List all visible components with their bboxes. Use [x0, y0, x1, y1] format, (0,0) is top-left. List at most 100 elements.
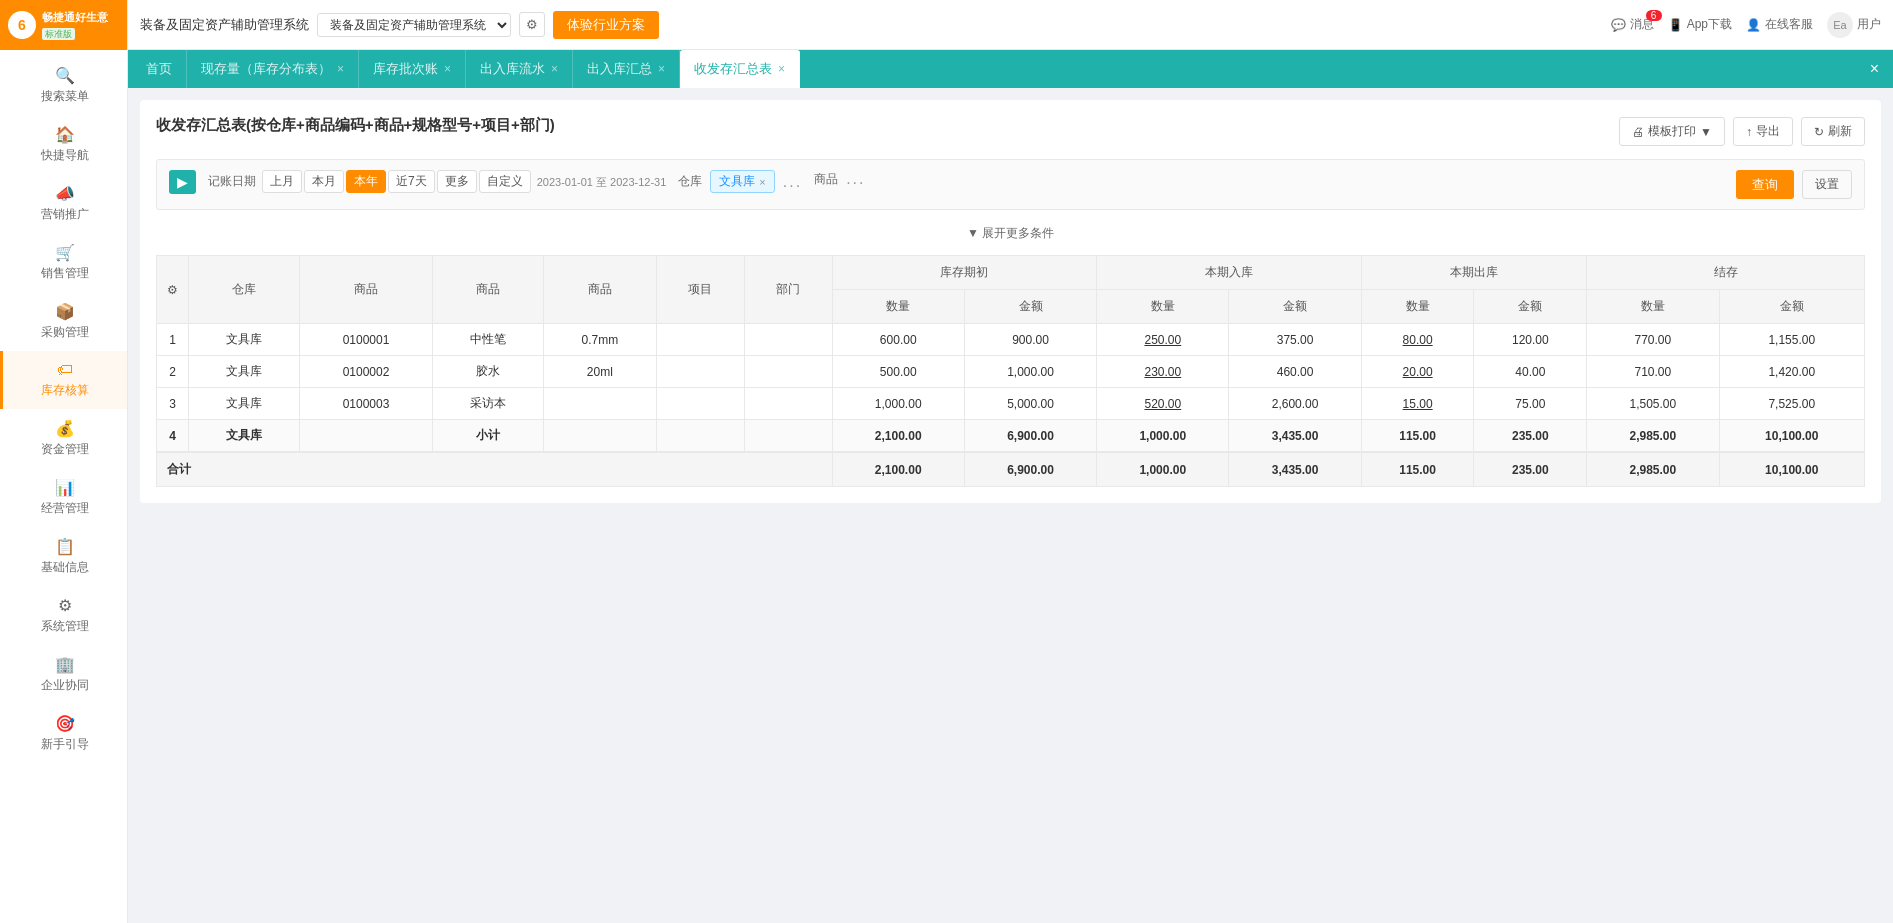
sidebar-item-basic-info[interactable]: 📋基础信息	[0, 527, 127, 586]
cell-out-qty[interactable]: 20.00	[1361, 356, 1474, 388]
tab-label-in-out-summary: 出入库汇总	[587, 60, 652, 78]
cell-in-qty[interactable]: 230.00	[1097, 356, 1229, 388]
report-card: 收发存汇总表(按仓库+商品编码+商品+规格型号+项目+部门) 🖨 模板打印 ▼ …	[140, 100, 1881, 503]
tab-home[interactable]: 首页	[132, 50, 187, 88]
sidebar-item-sales[interactable]: 🛒销售管理	[0, 233, 127, 292]
app-download-button[interactable]: 📱 App下载	[1668, 16, 1732, 33]
cell-out-qty[interactable]: 80.00	[1361, 324, 1474, 356]
expand-conditions-button[interactable]: ▼ 展开更多条件	[967, 225, 1054, 242]
sidebar-icon-purchase: 📦	[55, 302, 75, 321]
tab-bar-close-all[interactable]: ×	[1860, 60, 1889, 78]
sidebar-item-newbie[interactable]: 🎯新手引导	[0, 704, 127, 763]
tab-recv-send-summary[interactable]: 收发存汇总表×	[680, 50, 800, 88]
export-button[interactable]: ↑ 导出	[1733, 117, 1793, 146]
tab-close-recv-send-summary[interactable]: ×	[778, 62, 785, 76]
logo-icon: 6	[8, 11, 36, 39]
date-filter-btn-近7天[interactable]: 近7天	[388, 170, 435, 193]
date-filter-btn-上月[interactable]: 上月	[262, 170, 302, 193]
filter-toggle-button[interactable]: ▶	[169, 170, 196, 194]
sidebar-item-system[interactable]: ⚙系统管理	[0, 586, 127, 645]
footer-closing-amount: 10,100.00	[1719, 452, 1864, 487]
cell-project	[656, 420, 744, 453]
sidebar-item-inventory[interactable]: 🏷库存核算	[0, 351, 127, 409]
tab-batch[interactable]: 库存批次账×	[359, 50, 466, 88]
date-filter-btn-更多[interactable]: 更多	[437, 170, 477, 193]
sidebar-label-quick-nav: 快捷导航	[41, 147, 89, 164]
cell-no: 3	[157, 388, 189, 420]
cell-out-amount: 235.00	[1474, 420, 1587, 453]
system-select[interactable]: 装备及固定资产辅助管理系统	[317, 13, 511, 37]
trial-button[interactable]: 体验行业方案	[553, 11, 659, 39]
table-row: 3 文具库 0100003 采访本 1,000.00 5,000.00 520.…	[157, 388, 1865, 420]
cell-out-qty[interactable]: 15.00	[1361, 388, 1474, 420]
messages-badge: 6	[1646, 10, 1662, 21]
cell-product-name: 胶水	[432, 356, 543, 388]
content-area: 收发存汇总表(按仓库+商品编码+商品+规格型号+项目+部门) 🖨 模板打印 ▼ …	[128, 88, 1893, 923]
warehouse-more[interactable]: ...	[783, 173, 802, 191]
tab-label-in-out-flow: 出入库流水	[480, 60, 545, 78]
tab-stock-dist[interactable]: 现存量（库存分布表）×	[187, 50, 359, 88]
date-filter-btn-本月[interactable]: 本月	[304, 170, 344, 193]
sidebar-item-quick-nav[interactable]: 🏠快捷导航	[0, 115, 127, 174]
main-area: 装备及固定资产辅助管理系统 装备及固定资产辅助管理系统 ⚙ 体验行业方案 💬 消…	[128, 0, 1893, 923]
sidebar-item-enterprise[interactable]: 🏢企业协同	[0, 645, 127, 704]
sidebar-nav: 🔍搜索菜单🏠快捷导航📣营销推广🛒销售管理📦采购管理🏷库存核算💰资金管理📊经营管理…	[0, 50, 127, 923]
query-button[interactable]: 查询	[1736, 170, 1794, 199]
tab-close-batch[interactable]: ×	[444, 62, 451, 76]
footer-opening-qty: 2,100.00	[832, 452, 964, 487]
cell-in-amount: 2,600.00	[1229, 388, 1361, 420]
refresh-icon: ↻	[1814, 125, 1824, 139]
sidebar-label-search: 搜索菜单	[41, 88, 89, 105]
sidebar-item-search[interactable]: 🔍搜索菜单	[0, 56, 127, 115]
cell-opening-amount: 6,900.00	[964, 420, 1096, 453]
sidebar-label-operations: 经营管理	[41, 500, 89, 517]
data-table: ⚙ 仓库 商品 商品 商品 项目 部门 库存期初 本期入库 本期出库 结存	[156, 255, 1865, 487]
closing-qty-header: 数量	[1587, 290, 1719, 324]
print-button[interactable]: 🖨 模板打印 ▼	[1619, 117, 1725, 146]
cell-product-code: 0100001	[300, 324, 432, 356]
tab-close-stock-dist[interactable]: ×	[337, 62, 344, 76]
cell-project	[656, 388, 744, 420]
sidebar-item-marketing[interactable]: 📣营销推广	[0, 174, 127, 233]
date-filter-btn-自定义[interactable]: 自定义	[479, 170, 531, 193]
sidebar-item-operations[interactable]: 📊经营管理	[0, 468, 127, 527]
online-service-button[interactable]: 👤 在线客服	[1746, 16, 1813, 33]
cell-closing-amount: 1,420.00	[1719, 356, 1864, 388]
col-settings-header: ⚙	[157, 256, 189, 324]
cell-no: 2	[157, 356, 189, 388]
cell-in-amount: 3,435.00	[1229, 420, 1361, 453]
cell-in-qty[interactable]: 250.00	[1097, 324, 1229, 356]
tab-bar: 首页现存量（库存分布表）×库存批次账×出入库流水×出入库汇总×收发存汇总表××	[128, 50, 1893, 88]
cell-product-spec	[544, 388, 657, 420]
col-in-header: 本期入库	[1097, 256, 1362, 290]
sidebar: 6 畅捷通好生意 标准版 🔍搜索菜单🏠快捷导航📣营销推广🛒销售管理📦采购管理🏷库…	[0, 0, 128, 923]
sidebar-icon-basic-info: 📋	[55, 537, 75, 556]
footer-out-amount: 235.00	[1474, 452, 1587, 487]
tab-in-out-flow[interactable]: 出入库流水 ×	[466, 50, 573, 88]
date-filter-btn-本年[interactable]: 本年	[346, 170, 386, 193]
settings-gear-button[interactable]: ⚙	[519, 12, 545, 37]
cell-product-code: 0100002	[300, 356, 432, 388]
cell-opening-qty: 600.00	[832, 324, 964, 356]
cell-closing-amount: 10,100.00	[1719, 420, 1864, 453]
product-more[interactable]: ...	[846, 170, 865, 188]
cell-in-qty[interactable]: 520.00	[1097, 388, 1229, 420]
warehouse-tag-close[interactable]: ×	[759, 176, 765, 188]
sidebar-label-system: 系统管理	[41, 618, 89, 635]
messages-button[interactable]: 💬 消息 6	[1611, 16, 1654, 33]
refresh-button[interactable]: ↻ 刷新	[1801, 117, 1865, 146]
sidebar-icon-finance: 💰	[55, 419, 75, 438]
cell-product-spec: 0.7mm	[544, 324, 657, 356]
table-settings-icon[interactable]: ⚙	[167, 283, 178, 297]
tab-close-in-out-flow[interactable]: ×	[551, 62, 558, 76]
tab-close-in-out-summary[interactable]: ×	[658, 62, 665, 76]
cell-opening-amount: 900.00	[964, 324, 1096, 356]
sidebar-item-purchase[interactable]: 📦采购管理	[0, 292, 127, 351]
col-department-header: 部门	[744, 256, 832, 324]
tab-in-out-summary[interactable]: 出入库汇总 ×	[573, 50, 680, 88]
sidebar-label-enterprise: 企业协同	[41, 677, 89, 694]
table-settings-button[interactable]: 设置	[1802, 170, 1852, 199]
cell-closing-qty: 770.00	[1587, 324, 1719, 356]
sidebar-item-finance[interactable]: 💰资金管理	[0, 409, 127, 468]
user-menu[interactable]: Ea 用户	[1827, 12, 1881, 38]
